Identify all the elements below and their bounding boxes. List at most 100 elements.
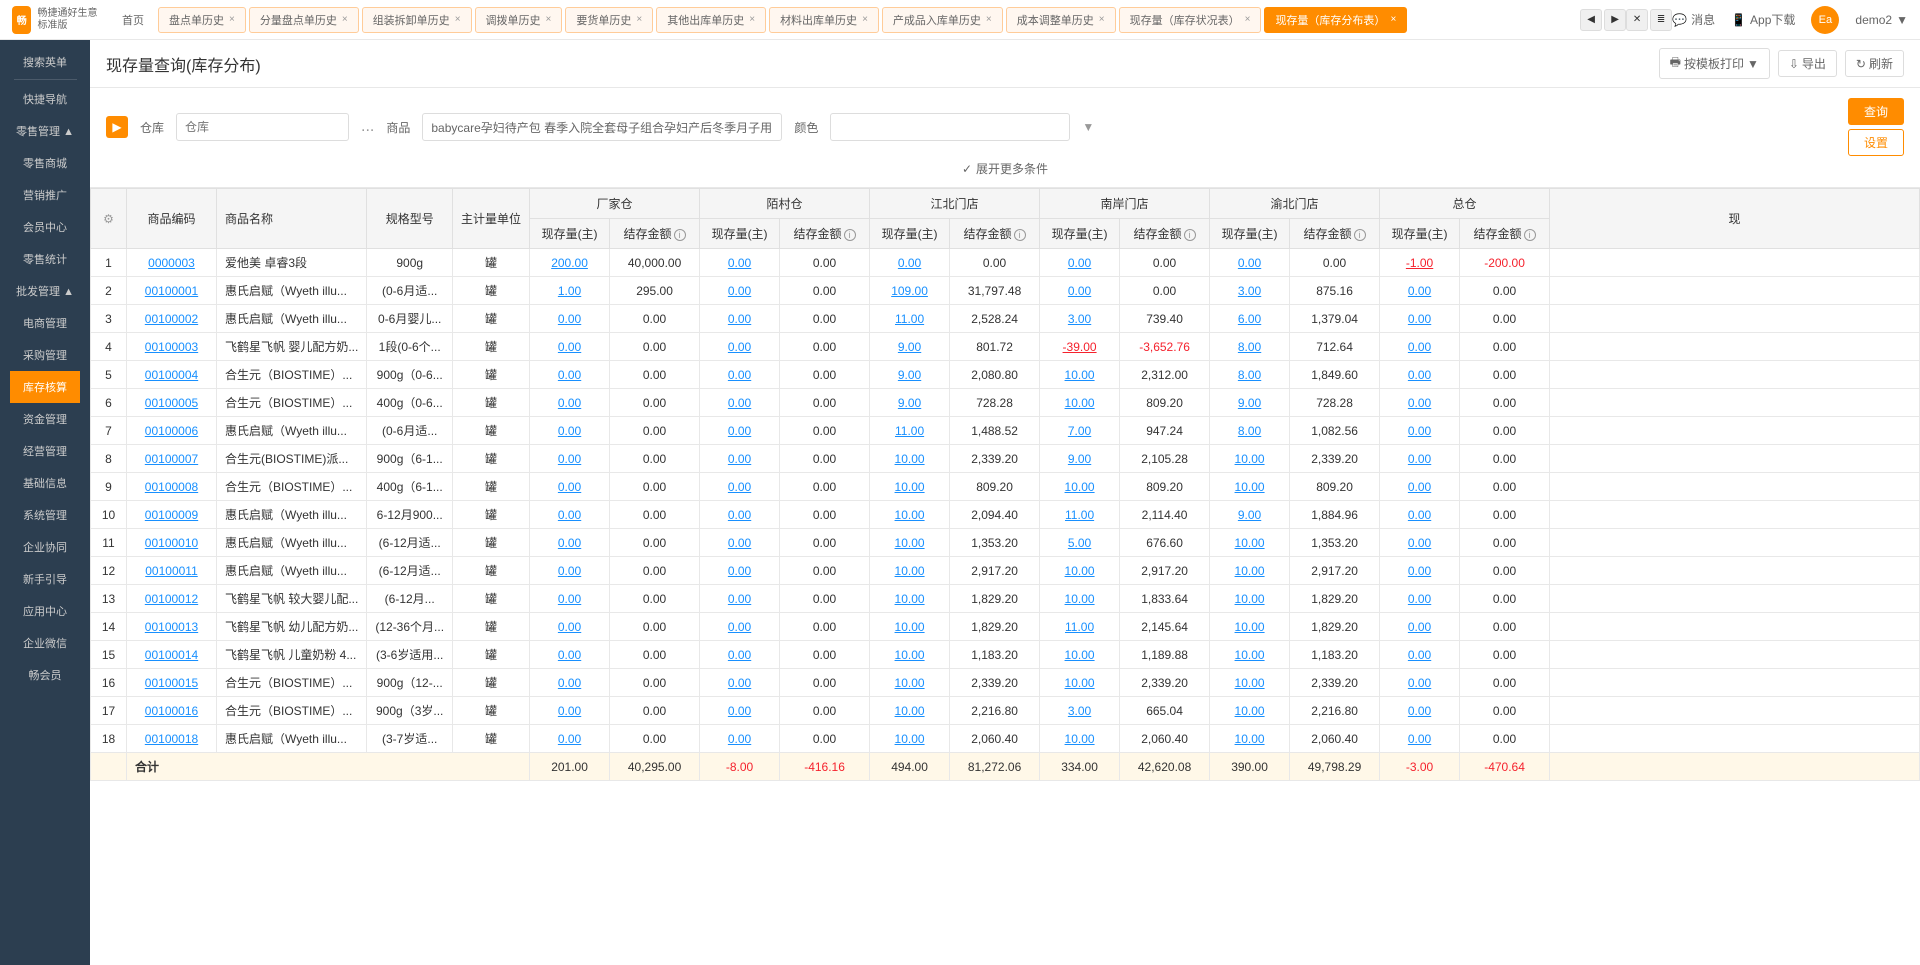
sidebar-item-14[interactable]: 企业协同 — [10, 531, 80, 563]
jb-amt-info-icon[interactable]: i — [1014, 229, 1026, 241]
nav-tab-8[interactable]: 成本调整单历史× — [1006, 7, 1116, 33]
filter-expand-btn[interactable]: ▶ — [106, 116, 128, 138]
sidebar-item-18[interactable]: 畅会员 — [10, 659, 80, 691]
sidebar-item-1[interactable]: 零售管理 ▲ — [10, 115, 80, 147]
filter-more-btn[interactable]: ✓ 展开更多条件 — [106, 156, 1904, 177]
sidebar-item-3[interactable]: 营销推广 — [10, 179, 80, 211]
nb-amt-info-icon[interactable]: i — [1184, 229, 1196, 241]
th-jb-qty: 现存量(主) — [870, 219, 950, 249]
f-amt-info-icon[interactable]: i — [674, 229, 686, 241]
sidebar-item-15[interactable]: 新手引导 — [10, 563, 80, 595]
code-link[interactable]: 00100006 — [145, 424, 198, 438]
sidebar-item-12[interactable]: 基础信息 — [10, 467, 80, 499]
tab-close-1[interactable]: × — [342, 14, 348, 25]
nav-tab-1[interactable]: 分量盘点单历史× — [249, 7, 359, 33]
code-link[interactable]: 00100008 — [145, 480, 198, 494]
sidebar-item-4[interactable]: 会员中心 — [10, 211, 80, 243]
code-link[interactable]: 00100010 — [145, 536, 198, 550]
goods-input[interactable] — [422, 113, 782, 141]
cell-m1: 0.00 — [700, 333, 780, 361]
nav-tab-5[interactable]: 其他出库单历史× — [656, 7, 766, 33]
sidebar-item-8[interactable]: 采购管理 — [10, 339, 80, 371]
message-btn[interactable]: 💬 消息 — [1672, 11, 1715, 28]
code-link[interactable]: 00100011 — [145, 564, 198, 578]
nav-tab-7[interactable]: 产成品入库单历史× — [882, 7, 1003, 33]
sidebar-item-16[interactable]: 应用中心 — [10, 595, 80, 627]
username[interactable]: demo2 ▼ — [1855, 13, 1908, 27]
cell-m1: 0.00 — [700, 389, 780, 417]
cell-yb2: 2,216.80 — [1290, 697, 1380, 725]
code-link[interactable]: 00100002 — [145, 312, 198, 326]
nav-tab-3[interactable]: 调拨单历史× — [475, 7, 563, 33]
nav-tab-10[interactable]: 现存量（库存分布表）× — [1264, 7, 1407, 33]
sidebar-item-10[interactable]: 资金管理 — [10, 403, 80, 435]
setting-btn[interactable]: 设置 — [1848, 129, 1904, 156]
tab-close-10[interactable]: × — [1390, 14, 1396, 25]
user-avatar[interactable]: Ea — [1811, 6, 1839, 34]
sidebar-item-0[interactable]: 快捷导航 — [10, 83, 80, 115]
app-download-btn[interactable]: 📱 App下载 — [1731, 11, 1795, 28]
sidebar-item-6[interactable]: 批发管理 ▲ — [10, 275, 80, 307]
code-link[interactable]: 00100016 — [145, 704, 198, 718]
sidebar-item-17[interactable]: 企业微信 — [10, 627, 80, 659]
code-link[interactable]: 00100001 — [145, 284, 198, 298]
code-link[interactable]: 00100012 — [145, 592, 198, 606]
code-link[interactable]: 00100013 — [145, 620, 198, 634]
code-link[interactable]: 00100005 — [145, 396, 198, 410]
export-btn[interactable]: ⇩ 导出 — [1778, 50, 1837, 77]
nav-home[interactable]: 首页 — [112, 8, 154, 32]
code-link[interactable]: 00100009 — [145, 508, 198, 522]
gear-icon[interactable]: ⚙ — [103, 212, 114, 226]
m-amt-info-icon[interactable]: i — [844, 229, 856, 241]
cell-nb2: 676.60 — [1120, 529, 1210, 557]
tab-close-5[interactable]: × — [749, 14, 755, 25]
tab-close-0[interactable]: × — [229, 14, 235, 25]
yb-amt-info-icon[interactable]: i — [1354, 229, 1366, 241]
print-btn[interactable]: 🖶 按模板打印 ▼ — [1659, 48, 1770, 79]
nav-tab-4[interactable]: 要货单历史× — [565, 7, 653, 33]
tab-close-9[interactable]: × — [1245, 14, 1251, 25]
color-input[interactable] — [830, 113, 1070, 141]
close-all-btn[interactable]: ≣ — [1650, 9, 1672, 31]
code-link[interactable]: 00100003 — [145, 340, 198, 354]
warehouse-input[interactable] — [176, 113, 349, 141]
sidebar-item-11[interactable]: 经营管理 — [10, 435, 80, 467]
sidebar-item-9[interactable]: 库存核算 — [10, 371, 80, 403]
code-link[interactable]: 00100015 — [145, 676, 198, 690]
cell-t1: 0.00 — [1380, 585, 1460, 613]
cell-t1: 0.00 — [1380, 725, 1460, 753]
summary-yb2: 49,798.29 — [1290, 753, 1380, 781]
close-current-btn[interactable]: ✕ — [1626, 9, 1648, 31]
code-link[interactable]: 00100018 — [145, 732, 198, 746]
sidebar-item-2[interactable]: 零售商城 — [10, 147, 80, 179]
nav-tab-2[interactable]: 组装拆卸单历史× — [362, 7, 472, 33]
sidebar-item-13[interactable]: 系统管理 — [10, 499, 80, 531]
nav-prev-btn[interactable]: ◀ — [1580, 9, 1602, 31]
cell-code: 00100016 — [127, 697, 217, 725]
refresh-btn[interactable]: ↻ 刷新 — [1845, 50, 1904, 77]
phone-icon: 📱 — [1731, 13, 1746, 27]
code-link[interactable]: 0000003 — [148, 256, 195, 270]
tab-close-7[interactable]: × — [986, 14, 992, 25]
nav-tab-6[interactable]: 材料出库单历史× — [769, 7, 879, 33]
code-link[interactable]: 00100014 — [145, 648, 198, 662]
cell-name: 惠氏启赋（Wyeth illu... — [217, 529, 367, 557]
sidebar-item-5[interactable]: 零售统计 — [10, 243, 80, 275]
nav-tab-0[interactable]: 盘点单历史× — [158, 7, 246, 33]
tab-close-2[interactable]: × — [455, 14, 461, 25]
tab-close-8[interactable]: × — [1099, 14, 1105, 25]
cell-jb1: 11.00 — [870, 305, 950, 333]
tab-close-4[interactable]: × — [636, 14, 642, 25]
t-amt-info-icon[interactable]: i — [1524, 229, 1536, 241]
tab-close-6[interactable]: × — [862, 14, 868, 25]
tab-close-3[interactable]: × — [546, 14, 552, 25]
sidebar-item-7[interactable]: 电商管理 — [10, 307, 80, 339]
nav-tab-9[interactable]: 现存量（库存状况表）× — [1119, 7, 1262, 33]
cell-t2: 0.00 — [1460, 697, 1550, 725]
sidebar-search[interactable]: 搜索英单 — [0, 48, 90, 76]
code-link[interactable]: 00100004 — [145, 368, 198, 382]
query-btn[interactable]: 查询 — [1848, 98, 1904, 125]
code-link[interactable]: 00100007 — [145, 452, 198, 466]
cell-seq: 5 — [91, 361, 127, 389]
nav-next-btn[interactable]: ▶ — [1604, 9, 1626, 31]
